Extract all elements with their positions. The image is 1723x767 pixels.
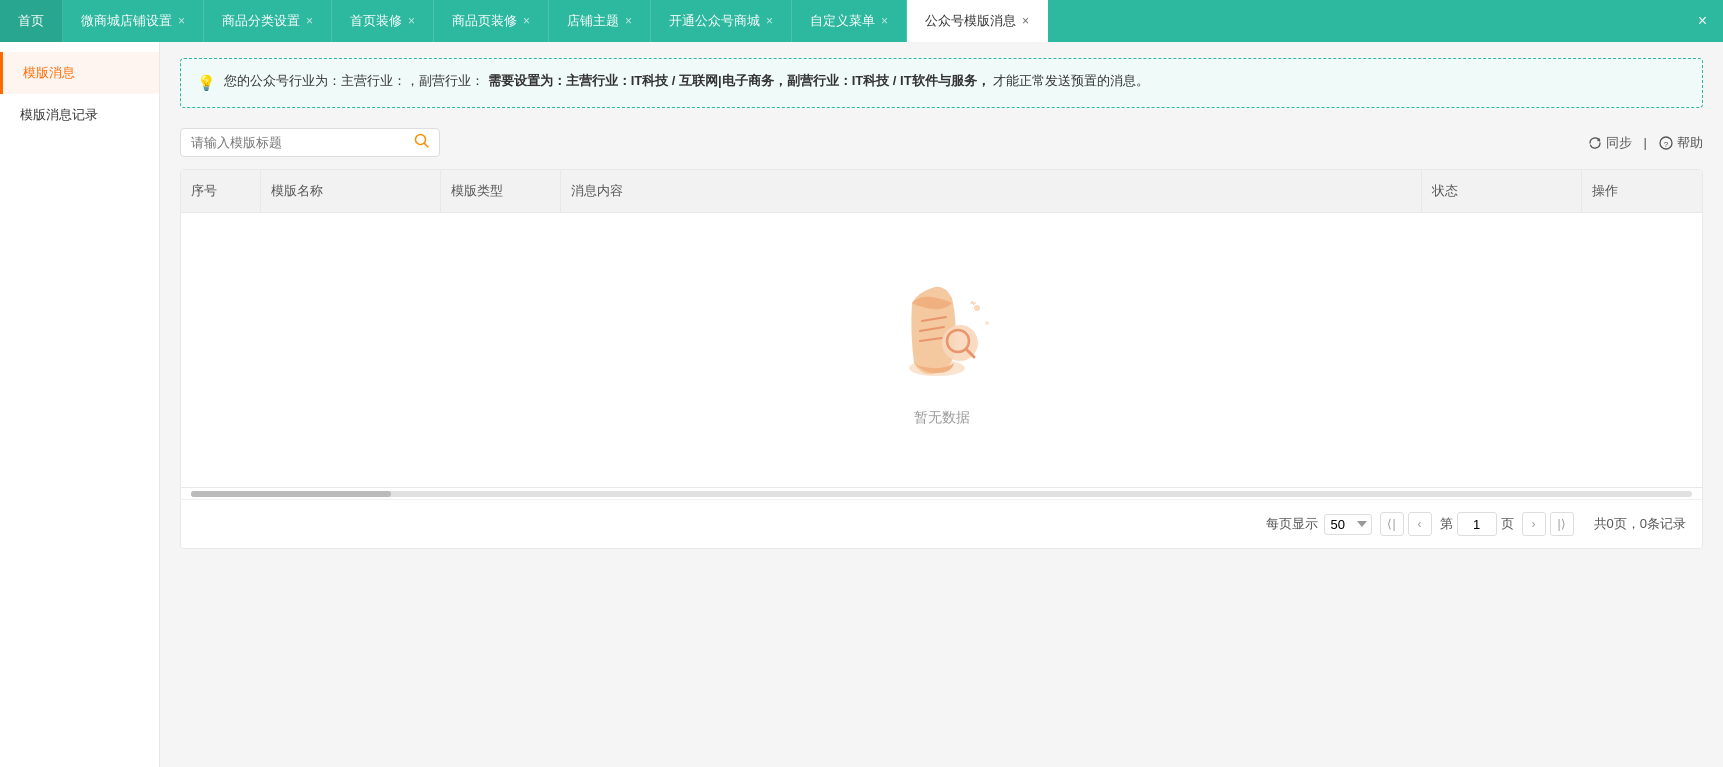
th-type: 模版类型 [441, 170, 561, 212]
page-number-input[interactable] [1457, 512, 1497, 536]
search-bar: 同步 | ? 帮助 [180, 128, 1703, 157]
empty-illustration [882, 273, 1002, 393]
search-input-wrap [180, 128, 440, 157]
th-name: 模版名称 [261, 170, 441, 212]
nav-item-category-settings[interactable]: 商品分类设置 × [204, 0, 332, 42]
sidebar-item-template-msg-records[interactable]: 模版消息记录 [0, 94, 159, 136]
svg-point-12 [985, 321, 989, 325]
nav-item-shop-settings[interactable]: 微商城店铺设置 × [63, 0, 204, 42]
close-all-icon: × [1698, 12, 1707, 30]
svg-point-11 [974, 305, 980, 311]
nav-close-shop-settings[interactable]: × [178, 14, 185, 28]
alert-suffix: 才能正常发送预置的消息。 [993, 73, 1149, 88]
nav-item-template-msg[interactable]: 公众号模版消息 × [907, 0, 1048, 42]
nav-close-custom-menu[interactable]: × [881, 14, 888, 28]
nav-item-theme[interactable]: 店铺主题 × [549, 0, 651, 42]
nav-close-product-decor[interactable]: × [523, 14, 530, 28]
sync-button[interactable]: 同步 [1588, 134, 1632, 152]
nav-label-product-decor: 商品页装修 [452, 12, 517, 30]
alert-icon: 💡 [197, 71, 216, 95]
search-icon [414, 133, 430, 149]
svg-line-1 [425, 144, 429, 148]
nav-close-template-msg[interactable]: × [1022, 14, 1029, 28]
content-area: 💡 您的公众号行业为：主营行业：，副营行业： 需要设置为：主营行业：IT科技 /… [160, 42, 1723, 767]
th-status: 状态 [1422, 170, 1582, 212]
pagination-next-buttons: › |⟩ [1522, 512, 1574, 536]
toolbar-right: 同步 | ? 帮助 [1588, 134, 1703, 152]
page-prefix: 第 [1440, 515, 1453, 533]
nav-close-category-settings[interactable]: × [306, 14, 313, 28]
nav-item-open-mall[interactable]: 开通公众号商城 × [651, 0, 792, 42]
nav-label-category-settings: 商品分类设置 [222, 12, 300, 30]
page-input-group: 第 页 [1440, 512, 1514, 536]
total-info: 共0页，0条记录 [1594, 515, 1686, 533]
nav-item-product-decor[interactable]: 商品页装修 × [434, 0, 549, 42]
first-page-button[interactable]: ⟨| [1380, 512, 1404, 536]
nav-close-home-decor[interactable]: × [408, 14, 415, 28]
per-page-label: 每页显示 [1266, 515, 1318, 533]
alert-box: 💡 您的公众号行业为：主营行业：，副营行业： 需要设置为：主营行业：IT科技 /… [180, 58, 1703, 108]
nav-label-custom-menu: 自定义菜单 [810, 12, 875, 30]
nav-label-home-decor: 首页装修 [350, 12, 402, 30]
nav-label-theme: 店铺主题 [567, 12, 619, 30]
nav-label-open-mall: 开通公众号商城 [669, 12, 760, 30]
per-page-select: 每页显示 50 10 20 100 [1266, 514, 1372, 535]
nav-item-home-decor[interactable]: 首页装修 × [332, 0, 434, 42]
th-index: 序号 [181, 170, 261, 212]
first-page-icon2: | [1392, 517, 1395, 531]
nav-item-home[interactable]: 首页 [0, 0, 63, 42]
sync-label: 同步 [1606, 134, 1632, 152]
scrollbar-thumb [191, 491, 391, 497]
pagination-nav-buttons: ⟨| ‹ [1380, 512, 1432, 536]
page-suffix: 页 [1501, 515, 1514, 533]
th-content: 消息内容 [561, 170, 1422, 212]
last-page-button[interactable]: |⟩ [1550, 512, 1574, 536]
sidebar-item-template-msg[interactable]: 模版消息 [0, 52, 159, 94]
sync-icon [1588, 136, 1602, 150]
next-page-button[interactable]: › [1522, 512, 1546, 536]
nav-item-custom-menu[interactable]: 自定义菜单 × [792, 0, 907, 42]
help-label: 帮助 [1677, 134, 1703, 152]
nav-close-theme[interactable]: × [625, 14, 632, 28]
next-icon: › [1532, 517, 1536, 531]
empty-text: 暂无数据 [914, 409, 970, 427]
per-page-dropdown[interactable]: 50 10 20 100 [1324, 514, 1372, 535]
top-navigation: 首页 微商城店铺设置 × 商品分类设置 × 首页装修 × 商品页装修 × 店铺主… [0, 0, 1723, 42]
alert-highlight: 需要设置为：主营行业：IT科技 / 互联网|电子商务，副营行业：IT科技 / I… [488, 73, 990, 88]
nav-close-all-button[interactable]: × [1682, 0, 1723, 42]
table-header: 序号 模版名称 模版类型 消息内容 状态 操作 [181, 170, 1702, 213]
nav-close-open-mall[interactable]: × [766, 14, 773, 28]
search-button[interactable] [414, 133, 430, 152]
scrollbar-track [191, 491, 1692, 497]
sidebar-label-template-msg-records: 模版消息记录 [20, 107, 98, 122]
alert-text: 您的公众号行业为：主营行业：，副营行业： 需要设置为：主营行业：IT科技 / 互… [224, 71, 1149, 92]
sidebar: 模版消息 模版消息记录 [0, 42, 160, 767]
nav-label-home: 首页 [18, 12, 44, 30]
svg-text:?: ? [1664, 140, 1669, 149]
search-input[interactable] [180, 128, 440, 157]
pagination: 每页显示 50 10 20 100 ⟨| ‹ [181, 499, 1702, 548]
th-action: 操作 [1582, 170, 1702, 212]
sidebar-label-template-msg: 模版消息 [23, 65, 75, 80]
data-table: 序号 模版名称 模版类型 消息内容 状态 操作 [180, 169, 1703, 549]
prev-icon: ‹ [1418, 517, 1422, 531]
help-icon: ? [1659, 136, 1673, 150]
toolbar-divider: | [1644, 135, 1647, 150]
last-page-icon2: ⟩ [1561, 517, 1566, 531]
main-layout: 模版消息 模版消息记录 💡 您的公众号行业为：主营行业：，副营行业： 需要设置为… [0, 42, 1723, 767]
nav-label-template-msg: 公众号模版消息 [925, 12, 1016, 30]
help-button[interactable]: ? 帮助 [1659, 134, 1703, 152]
alert-prefix: 您的公众号行业为：主营行业：，副营行业： [224, 73, 484, 88]
horizontal-scrollbar[interactable] [181, 487, 1702, 499]
prev-page-button[interactable]: ‹ [1408, 512, 1432, 536]
nav-label-shop-settings: 微商城店铺设置 [81, 12, 172, 30]
empty-state: 暂无数据 [181, 213, 1702, 487]
